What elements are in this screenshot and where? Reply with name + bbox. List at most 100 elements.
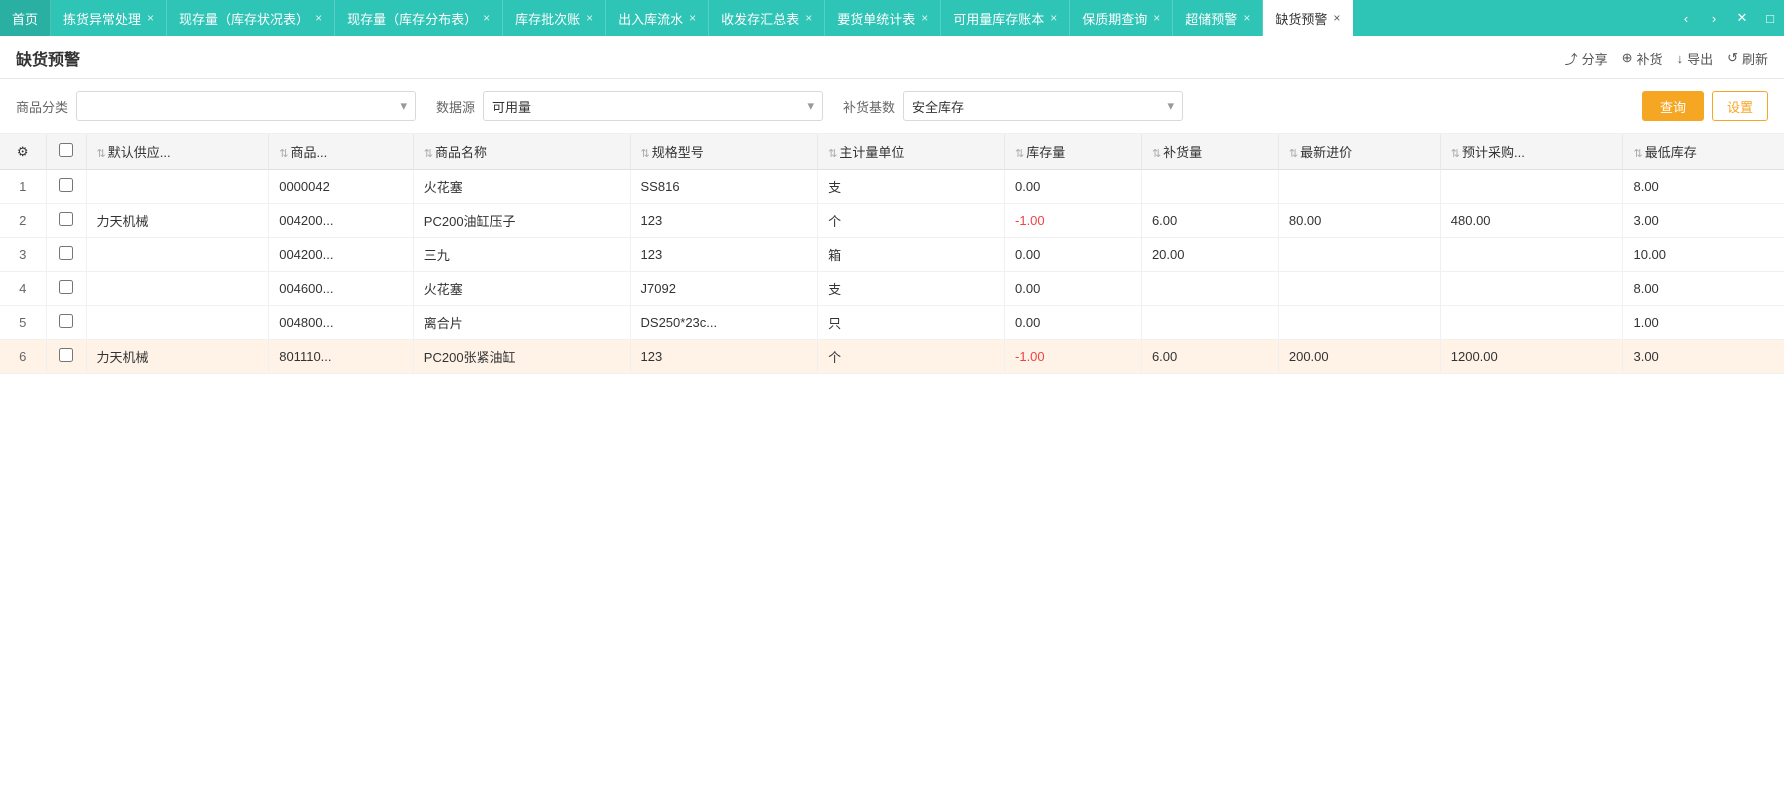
- tab-close-overstock[interactable]: ×: [1243, 11, 1250, 25]
- cell-code-1: 004200...: [269, 204, 414, 238]
- row-checkbox-2[interactable]: [59, 246, 73, 260]
- datasource-select[interactable]: 可用量 ▾: [483, 91, 823, 121]
- cell-unit-5: 个: [818, 340, 1005, 374]
- tab-item-shortage[interactable]: 缺货预警×: [1263, 0, 1353, 36]
- refresh-action[interactable]: ↺ 刷新: [1727, 49, 1768, 68]
- cell-replenish-2: 20.00: [1141, 238, 1278, 272]
- tab-item-overstock[interactable]: 超储预警×: [1173, 0, 1263, 36]
- table-row: 2力天机械004200...PC200油缸压子123个-1.006.0080.0…: [0, 204, 1784, 238]
- tab-item-demand[interactable]: 要货单统计表×: [825, 0, 941, 36]
- select-all-checkbox[interactable]: [59, 143, 73, 157]
- cell-checkbox-5[interactable]: [46, 340, 86, 374]
- category-select[interactable]: ▾: [76, 91, 416, 121]
- col-min-stock-header[interactable]: ⇅最低库存: [1623, 134, 1784, 170]
- col-latest-price-header[interactable]: ⇅最新进价: [1278, 134, 1440, 170]
- datasource-label: 数据源: [436, 97, 475, 116]
- tab-close-inventory-dist[interactable]: ×: [483, 11, 490, 25]
- cell-spec-4: DS250*23c...: [630, 306, 818, 340]
- replenish-basis-chevron-icon: ▾: [1168, 98, 1175, 114]
- header-actions: ⤴ 分享 ⊕ 补货 ↓ 导出 ↺ 刷新: [1565, 49, 1768, 68]
- cell-checkbox-0[interactable]: [46, 170, 86, 204]
- share-action[interactable]: ⤴ 分享: [1565, 49, 1608, 68]
- replenish-action[interactable]: ⊕ 补货: [1622, 49, 1663, 68]
- row-checkbox-1[interactable]: [59, 212, 73, 226]
- col-supplier-header[interactable]: ⇅默认供应...: [86, 134, 269, 170]
- tab-close-collect[interactable]: ×: [805, 11, 812, 25]
- category-chevron-icon: ▾: [400, 98, 407, 114]
- cell-min-stock-5: 3.00: [1623, 340, 1784, 374]
- tab-prev-btn[interactable]: ‹: [1672, 0, 1700, 36]
- cell-stock-4: 0.00: [1005, 306, 1142, 340]
- table-row: 3004200...三九123箱0.0020.0010.00: [0, 238, 1784, 272]
- cell-spec-1: 123: [630, 204, 818, 238]
- row-checkbox-4[interactable]: [59, 314, 73, 328]
- col-replenish-header[interactable]: ⇅补货量: [1141, 134, 1278, 170]
- category-filter-group: 商品分类 ▾: [16, 91, 416, 121]
- tab-item-inventory-dist[interactable]: 现存量（库存分布表）×: [335, 0, 503, 36]
- cell-checkbox-2[interactable]: [46, 238, 86, 272]
- row-checkbox-5[interactable]: [59, 348, 73, 362]
- col-name-header[interactable]: ⇅商品名称: [413, 134, 630, 170]
- row-checkbox-3[interactable]: [59, 280, 73, 294]
- col-code-header[interactable]: ⇅商品...: [269, 134, 414, 170]
- table-row: 6力天机械801110...PC200张紧油缸123个-1.006.00200.…: [0, 340, 1784, 374]
- col-stock-header[interactable]: ⇅库存量: [1005, 134, 1142, 170]
- cell-supplier-0: [86, 170, 269, 204]
- tab-close-batch[interactable]: ×: [586, 11, 593, 25]
- table-container: ⚙ ⇅默认供应... ⇅商品... ⇅商品名称 ⇅规格型号 ⇅主计量单位 ⇅库存…: [0, 134, 1784, 374]
- tab-close-shortage[interactable]: ×: [1333, 11, 1340, 25]
- cell-code-3: 004600...: [269, 272, 414, 306]
- cell-checkbox-3[interactable]: [46, 272, 86, 306]
- tab-item-home[interactable]: 首页: [0, 0, 51, 36]
- tab-close-available[interactable]: ×: [1050, 11, 1057, 25]
- tab-close-inout[interactable]: ×: [689, 11, 696, 25]
- cell-name-4: 离合片: [413, 306, 630, 340]
- page-title: 缺货预警: [16, 46, 80, 70]
- share-icon: ⤴: [1565, 49, 1578, 68]
- cell-latest-price-0: [1278, 170, 1440, 204]
- filter-actions: 查询 设置: [1642, 91, 1768, 121]
- cell-latest-price-2: [1278, 238, 1440, 272]
- cell-est-purchase-5: 1200.00: [1440, 340, 1623, 374]
- datasource-filter-group: 数据源 可用量 ▾: [436, 91, 823, 121]
- cell-num-3: 4: [0, 272, 46, 306]
- tab-item-batch[interactable]: 库存批次账×: [503, 0, 606, 36]
- col-checkbox-header[interactable]: [46, 134, 86, 170]
- datasource-chevron-icon: ▾: [808, 98, 815, 114]
- cell-code-2: 004200...: [269, 238, 414, 272]
- cell-checkbox-1[interactable]: [46, 204, 86, 238]
- cell-replenish-0: [1141, 170, 1278, 204]
- tab-next-btn[interactable]: ›: [1700, 0, 1728, 36]
- col-est-purchase-header[interactable]: ⇅预计采购...: [1440, 134, 1623, 170]
- tab-close-all-btn[interactable]: ✕: [1728, 0, 1756, 36]
- cell-unit-2: 箱: [818, 238, 1005, 272]
- cell-supplier-5: 力天机械: [86, 340, 269, 374]
- tab-close-inventory-status[interactable]: ×: [315, 11, 322, 25]
- tab-item-expiry[interactable]: 保质期查询×: [1070, 0, 1173, 36]
- row-checkbox-0[interactable]: [59, 178, 73, 192]
- tab-close-expiry[interactable]: ×: [1153, 11, 1160, 25]
- cell-min-stock-1: 3.00: [1623, 204, 1784, 238]
- tab-item-collect[interactable]: 收发存汇总表×: [709, 0, 825, 36]
- tab-item-inout[interactable]: 出入库流水×: [606, 0, 709, 36]
- cell-num-5: 6: [0, 340, 46, 374]
- query-button[interactable]: 查询: [1642, 91, 1704, 121]
- cell-min-stock-0: 8.00: [1623, 170, 1784, 204]
- setting-button[interactable]: 设置: [1712, 91, 1768, 121]
- replenish-basis-label: 补货基数: [843, 97, 895, 116]
- tab-close-abnormal[interactable]: ×: [147, 11, 154, 25]
- tab-item-abnormal[interactable]: 拣货异常处理×: [51, 0, 167, 36]
- tab-restore-btn[interactable]: □: [1756, 0, 1784, 36]
- cell-code-5: 801110...: [269, 340, 414, 374]
- tab-item-inventory-status[interactable]: 现存量（库存状况表）×: [167, 0, 335, 36]
- col-settings[interactable]: ⚙: [0, 134, 46, 170]
- tab-item-available[interactable]: 可用量库存账本×: [941, 0, 1070, 36]
- col-unit-header[interactable]: ⇅主计量单位: [818, 134, 1005, 170]
- cell-checkbox-4[interactable]: [46, 306, 86, 340]
- replenish-basis-select[interactable]: 安全库存 ▾: [903, 91, 1183, 121]
- tab-close-demand[interactable]: ×: [921, 11, 928, 25]
- export-action[interactable]: ↓ 导出: [1677, 49, 1714, 68]
- cell-spec-3: J7092: [630, 272, 818, 306]
- col-spec-header[interactable]: ⇅规格型号: [630, 134, 818, 170]
- cell-spec-0: SS816: [630, 170, 818, 204]
